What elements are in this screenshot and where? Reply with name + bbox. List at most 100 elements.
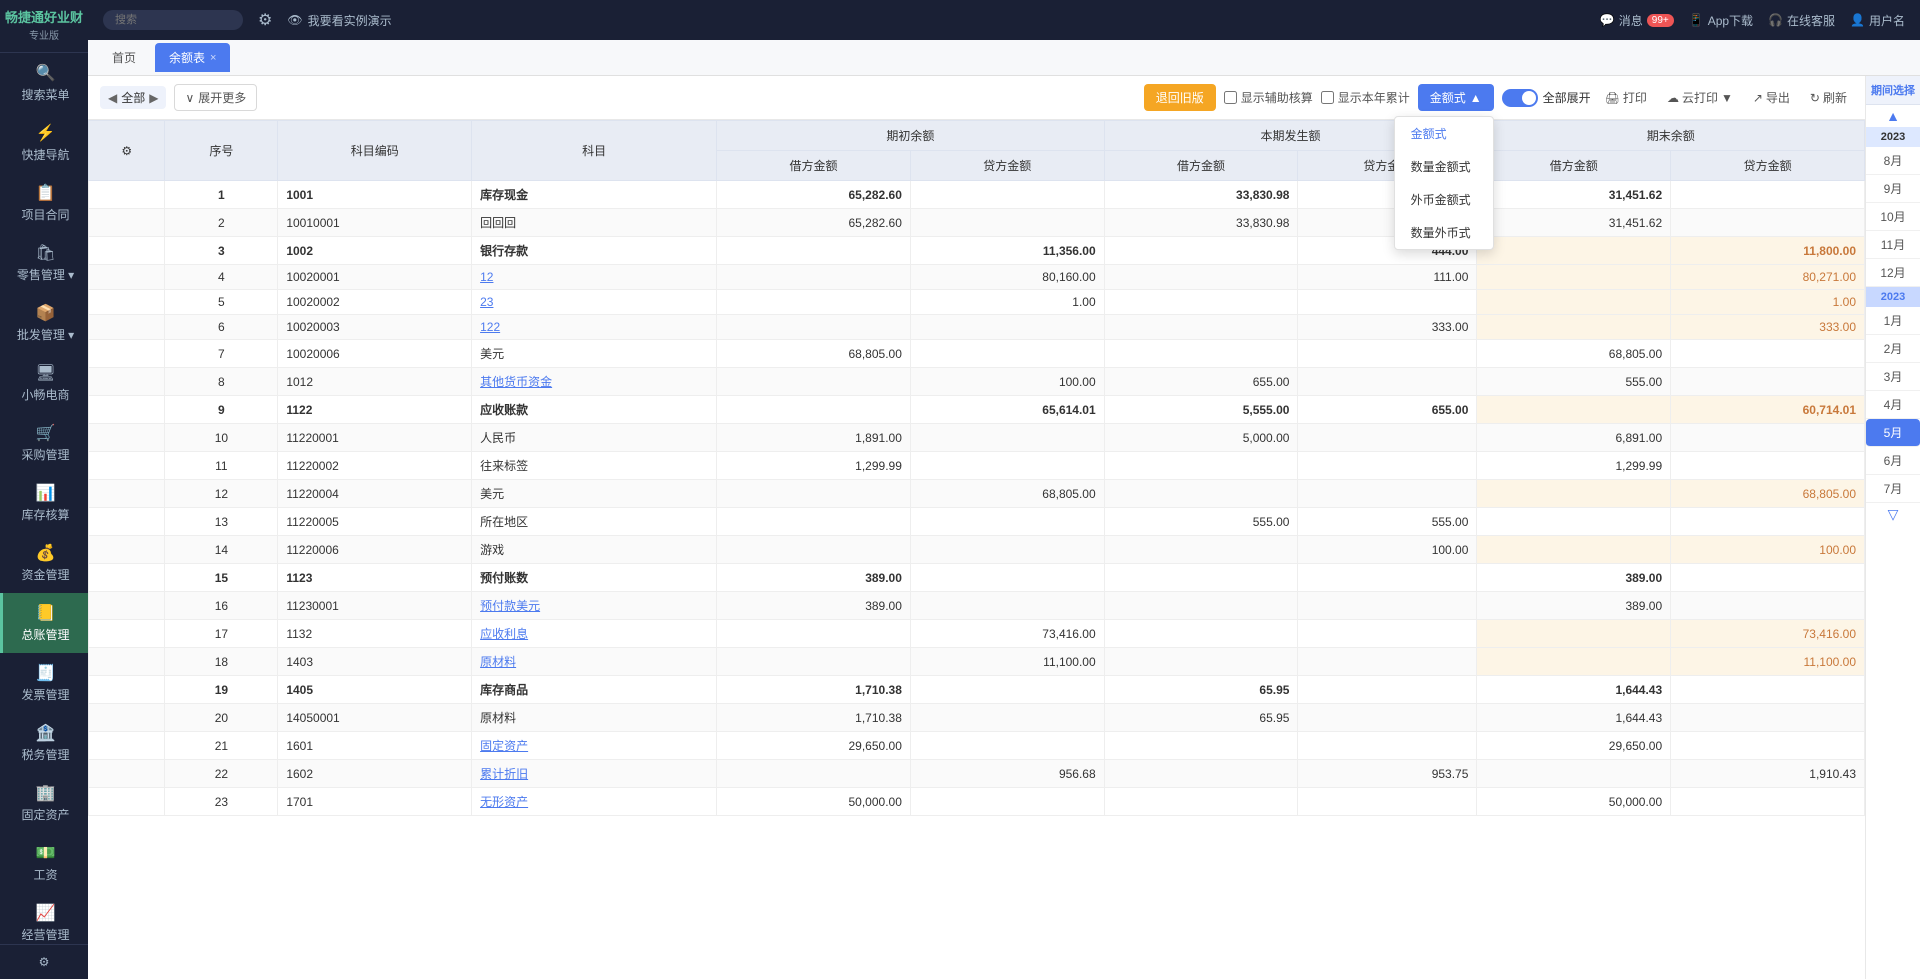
sidebar-item-固定资产[interactable]: 🏢固定资产 [0,773,88,833]
rs-nav-down[interactable]: ▽ [1866,503,1920,526]
user-avatar[interactable]: 👤 用户名 [1850,12,1905,29]
rs-month-10[interactable]: 10月 [1866,203,1920,231]
row-subject[interactable]: 预付款美元 [472,592,717,620]
check-ytd[interactable]: 显示本年累计 [1321,89,1410,106]
sidebar-item-快捷导航[interactable]: ⚡快捷导航 [0,113,88,173]
row-num: 16 [165,592,278,620]
check-auxiliary-input[interactable] [1224,91,1237,104]
row-code: 1701 [278,788,472,816]
check-ytd-input[interactable] [1321,91,1334,104]
row-subject[interactable]: 其他货币资金 [472,368,717,396]
row-amount-4: 1,710.38 [717,676,911,704]
rs-month-9[interactable]: 9月 [1866,175,1920,203]
row-amount-8 [1477,265,1671,290]
print-btn[interactable]: 🖨 打印 [1599,85,1653,110]
row-subject[interactable]: 应收利息 [472,620,717,648]
sidebar-item-零售管理[interactable]: 🛍零售管理 ▾ [0,233,88,293]
jine-option-2[interactable]: 外币金额式 [1395,183,1493,216]
row-num: 6 [165,315,278,340]
sidebar-item-资金管理[interactable]: 💰资金管理 [0,533,88,593]
tab-close-余额表[interactable]: × [210,52,216,64]
tab-首页[interactable]: 首页 [98,43,150,72]
demo-icon: 👁 [287,13,302,27]
table-settings-icon[interactable]: ⚙ [89,121,165,181]
check-ytd-label: 显示本年累计 [1338,89,1410,106]
row-amount-6: 555.00 [1104,508,1298,536]
sidebar-item-小畅电商[interactable]: 🖥小畅电商 [0,353,88,413]
rs-nav-up[interactable]: ▲ [1866,105,1920,127]
expand-btn[interactable]: ∨ 展开更多 [174,84,257,111]
jine-btn[interactable]: 金额式 ▲ [1418,84,1494,111]
toggle-switch-control[interactable] [1502,89,1538,107]
rs-month-4[interactable]: 4月 [1866,391,1920,419]
sidebar-item-发票管理[interactable]: 🧾发票管理 [0,653,88,713]
table-row: 171132应收利息73,416.0073,416.00 [89,620,1865,648]
topbar-search-input[interactable] [103,10,243,30]
row-amount-8: 68,805.00 [1477,340,1671,368]
messages-btn[interactable]: 💬 消息 99+ [1600,12,1674,29]
row-subject[interactable]: 原材料 [472,648,717,676]
row-amount-9: 1.00 [1671,290,1865,315]
rs-header[interactable]: 期间选择 [1866,76,1920,105]
rs-month-3[interactable]: 3月 [1866,363,1920,391]
row-subject[interactable]: 固定资产 [472,732,717,760]
col-credit-opening: 贷方金额 [910,151,1104,181]
sidebar-item-采购管理[interactable]: 🛒采购管理 [0,413,88,473]
nav-icon-2: 🛍 [35,243,55,263]
sidebar-settings[interactable]: ⚙ [0,944,88,979]
row-subject[interactable]: 122 [472,315,717,340]
return-old-btn[interactable]: 退回旧版 [1144,84,1216,111]
nav-back-icon[interactable]: ◀ [108,91,117,105]
export-btn[interactable]: ↗ 导出 [1747,85,1796,110]
rs-month-6[interactable]: 6月 [1866,447,1920,475]
row-amount-8: 31,451.62 [1477,181,1671,209]
row-code: 1002 [278,237,472,265]
rs-month-5[interactable]: 5月 [1866,419,1920,447]
row-settings [89,209,165,237]
row-subject[interactable]: 12 [472,265,717,290]
row-amount-6: 33,830.98 [1104,181,1298,209]
check-auxiliary[interactable]: 显示辅助核算 [1224,89,1313,106]
row-code: 1001 [278,181,472,209]
row-amount-5 [910,732,1104,760]
online-service-btn[interactable]: 🎧 在线客服 [1768,12,1835,29]
refresh-btn[interactable]: ↻ 刷新 [1804,85,1853,110]
rs-month-2[interactable]: 2月 [1866,335,1920,363]
jine-option-3[interactable]: 数量外币式 [1395,216,1493,249]
sidebar-item-总账管理[interactable]: 📒总账管理 [0,593,88,653]
settings-icon-btn[interactable]: ⚙ [253,8,277,32]
demo-link[interactable]: 👁 我要看实例演示 [287,12,391,29]
row-amount-4 [717,648,911,676]
rs-month-1[interactable]: 1月 [1866,307,1920,335]
rs-month-11[interactable]: 11月 [1866,231,1920,259]
nav-forward-icon[interactable]: ▶ [149,91,158,105]
sidebar-item-库存核算[interactable]: 📊库存核算 [0,473,88,533]
sidebar-item-批发管理[interactable]: 📦批发管理 ▾ [0,293,88,353]
table-row: 221602累计折旧956.68953.751,910.43 [89,760,1865,788]
row-subject[interactable]: 累计折旧 [472,760,717,788]
row-amount-7 [1298,648,1477,676]
cloud-print-label: 云打印 [1682,89,1718,106]
app-download-btn[interactable]: 📱 App下载 [1689,12,1753,29]
row-amount-4 [717,508,911,536]
sidebar-item-工资[interactable]: 💵工资 [0,833,88,893]
col-debit-current: 借方金额 [1104,151,1298,181]
row-subject[interactable]: 23 [472,290,717,315]
jine-option-1[interactable]: 数量金额式 [1395,150,1493,183]
row-settings [89,480,165,508]
rs-month-7[interactable]: 7月 [1866,475,1920,503]
toggle-expand[interactable]: 全部展开 [1502,89,1591,107]
row-amount-9 [1671,424,1865,452]
cloud-print-btn[interactable]: ☁ 云打印 ▼ [1661,85,1739,110]
sidebar-search[interactable]: 🔍 搜索菜单 [0,53,88,113]
sidebar-item-项目合同[interactable]: 📋项目合同 [0,173,88,233]
sidebar-item-经营管理[interactable]: 📈经营管理 [0,893,88,944]
nav-icon-8: 📒 [36,603,56,623]
sidebar-item-税务管理[interactable]: 🏦税务管理 [0,713,88,773]
row-subject[interactable]: 无形资产 [472,788,717,816]
jine-option-0[interactable]: 金额式 [1395,117,1493,150]
table-row: 1111220002往来标签1,299.991,299.99 [89,452,1865,480]
rs-month-8[interactable]: 8月 [1866,147,1920,175]
rs-month-12[interactable]: 12月 [1866,259,1920,287]
tab-余额表[interactable]: 余额表× [155,43,230,72]
